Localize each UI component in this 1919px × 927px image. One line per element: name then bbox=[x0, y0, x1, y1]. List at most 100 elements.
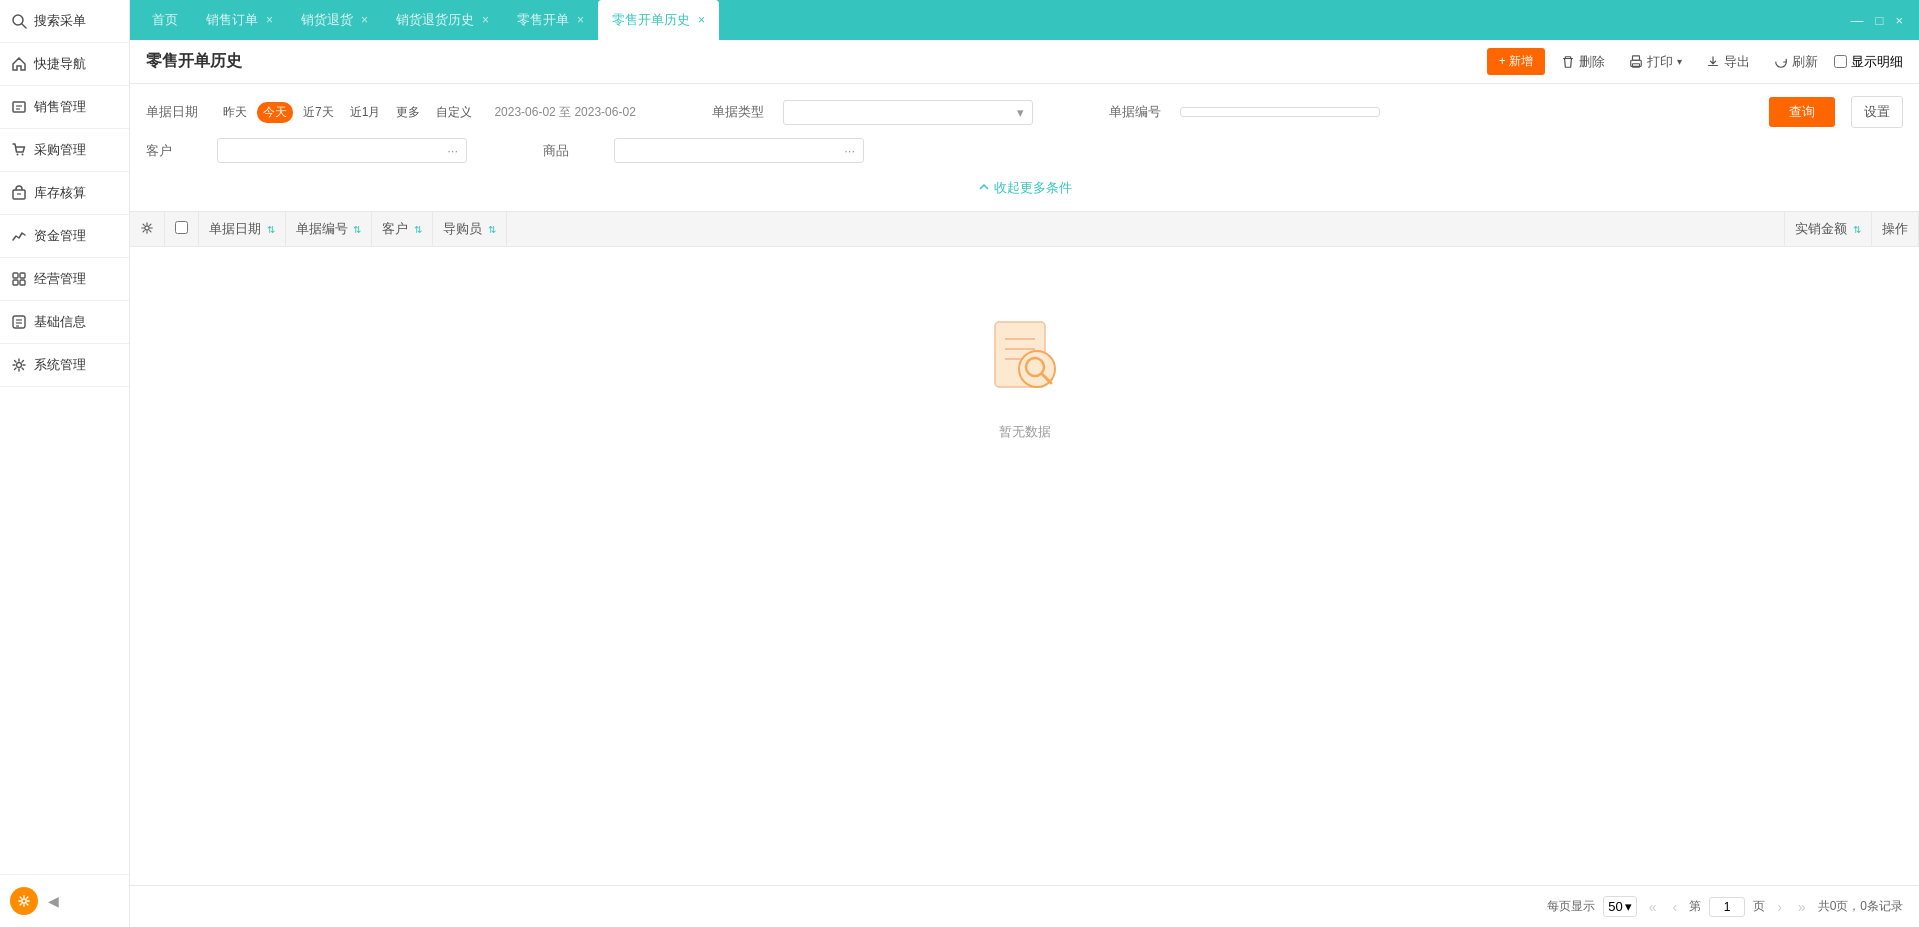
page-total: 共0页，0条记录 bbox=[1818, 898, 1903, 915]
pagination: 每页显示 50 ▾ « ‹ 第 页 › » 共0页，0条记录 bbox=[130, 885, 1919, 927]
export-button[interactable]: 导出 bbox=[1698, 49, 1758, 75]
settings-icon-button[interactable] bbox=[10, 887, 38, 915]
sidebar-item-system[interactable]: 系统管理 bbox=[0, 344, 129, 387]
type-label: 单据类型 bbox=[712, 103, 767, 121]
refresh-button[interactable]: 刷新 bbox=[1766, 49, 1826, 75]
home-icon bbox=[10, 55, 28, 73]
th-date[interactable]: 单据日期 ⇅ bbox=[199, 212, 286, 247]
type-select[interactable]: ▾ bbox=[783, 100, 1033, 125]
th-checkbox[interactable] bbox=[165, 212, 199, 247]
tab-close-retail-open-history[interactable]: × bbox=[698, 14, 705, 26]
tab-sales-return[interactable]: 销货退货 × bbox=[287, 0, 382, 40]
close-button[interactable]: × bbox=[1895, 13, 1903, 28]
select-all-checkbox[interactable] bbox=[175, 221, 188, 234]
tab-close-sales-return[interactable]: × bbox=[361, 14, 368, 26]
delete-button[interactable]: 删除 bbox=[1553, 49, 1613, 75]
sidebar-item-label: 资金管理 bbox=[34, 227, 86, 245]
type-select-arrow-icon: ▾ bbox=[1017, 105, 1024, 120]
display-checkbox[interactable] bbox=[1834, 55, 1847, 68]
page-size-arrow-icon: ▾ bbox=[1625, 899, 1632, 914]
next-page-button[interactable]: › bbox=[1773, 897, 1786, 917]
sidebar-item-label: 系统管理 bbox=[34, 356, 86, 374]
inventory-icon bbox=[10, 184, 28, 202]
date-option-today[interactable]: 今天 bbox=[257, 102, 293, 123]
date-option-7days[interactable]: 近7天 bbox=[297, 102, 340, 123]
sidebar-item-operation[interactable]: 经营管理 bbox=[0, 258, 129, 301]
sidebar-item-basic[interactable]: 基础信息 bbox=[0, 301, 129, 344]
th-salesperson[interactable]: 导购员 ⇅ bbox=[432, 212, 506, 247]
maximize-button[interactable]: □ bbox=[1876, 13, 1884, 28]
page-size-select[interactable]: 50 ▾ bbox=[1603, 896, 1636, 917]
delete-icon bbox=[1561, 55, 1575, 69]
svg-line-1 bbox=[22, 24, 26, 28]
th-customer[interactable]: 客户 ⇅ bbox=[372, 212, 433, 247]
date-option-1month[interactable]: 近1月 bbox=[344, 102, 387, 123]
query-button[interactable]: 查询 bbox=[1769, 97, 1835, 127]
date-option-custom[interactable]: 自定义 bbox=[430, 102, 478, 123]
collapse-label: 收起更多条件 bbox=[994, 179, 1072, 197]
print-arrow-icon: ▾ bbox=[1677, 56, 1682, 67]
tab-home[interactable]: 首页 bbox=[138, 0, 192, 40]
th-number[interactable]: 单据编号 ⇅ bbox=[285, 212, 372, 247]
svg-point-22 bbox=[145, 225, 149, 229]
empty-icon bbox=[975, 307, 1075, 407]
tab-retail-open-history[interactable]: 零售开单历史 × bbox=[598, 0, 719, 40]
minimize-button[interactable]: — bbox=[1851, 13, 1864, 28]
tab-retail-open[interactable]: 零售开单 × bbox=[503, 0, 598, 40]
svg-point-18 bbox=[22, 899, 26, 903]
customer-input[interactable]: ··· bbox=[217, 138, 467, 163]
sales-icon bbox=[10, 98, 28, 116]
th-amount[interactable]: 实销金额 ⇅ bbox=[1785, 212, 1872, 247]
svg-rect-12 bbox=[20, 280, 25, 285]
current-page-input[interactable] bbox=[1709, 897, 1745, 917]
sidebar-item-label: 销售管理 bbox=[34, 98, 86, 116]
number-input[interactable] bbox=[1180, 107, 1380, 117]
display-checkbox-label[interactable]: 显示明细 bbox=[1834, 53, 1903, 71]
sidebar-item-inventory[interactable]: 库存核算 bbox=[0, 172, 129, 215]
sidebar-item-label: 经营管理 bbox=[34, 270, 86, 288]
print-icon bbox=[1629, 55, 1643, 69]
svg-point-6 bbox=[22, 154, 24, 156]
number-sort-icon: ⇅ bbox=[353, 224, 361, 235]
sidebar-item-purchase[interactable]: 采购管理 bbox=[0, 129, 129, 172]
tab-bar: 首页 销售订单 × 销货退货 × 销货退货历史 × 零售开单 × 零售开单历史 … bbox=[130, 0, 1919, 40]
content-area: 单据日期 ⇅ 单据编号 ⇅ 客户 ⇅ 导购员 ⇅ bbox=[130, 212, 1919, 927]
tab-sales-order[interactable]: 销售订单 × bbox=[192, 0, 287, 40]
page-size-value: 50 bbox=[1608, 899, 1622, 914]
purchase-icon bbox=[10, 141, 28, 159]
collapse-bar[interactable]: 收起更多条件 bbox=[146, 173, 1903, 199]
goods-input[interactable]: ··· bbox=[614, 138, 864, 163]
date-range: 2023-06-02 至 2023-06-02 bbox=[494, 104, 635, 121]
th-spacer bbox=[506, 212, 1785, 247]
th-settings[interactable] bbox=[130, 212, 165, 247]
settings-btn[interactable]: 设置 bbox=[1851, 96, 1903, 128]
print-button[interactable]: 打印 ▾ bbox=[1621, 49, 1690, 75]
data-table: 单据日期 ⇅ 单据编号 ⇅ 客户 ⇅ 导购员 ⇅ bbox=[130, 212, 1919, 247]
finance-icon bbox=[10, 227, 28, 245]
sidebar-search[interactable]: 搜索采单 bbox=[0, 0, 129, 43]
table-container: 单据日期 ⇅ 单据编号 ⇅ 客户 ⇅ 导购员 ⇅ bbox=[130, 212, 1919, 885]
svg-rect-10 bbox=[20, 273, 25, 278]
collapse-sidebar-icon[interactable]: ◀ bbox=[48, 893, 59, 909]
tab-close-retail-open[interactable]: × bbox=[577, 14, 584, 26]
tab-sales-return-history[interactable]: 销货退货历史 × bbox=[382, 0, 503, 40]
sidebar-item-label: 基础信息 bbox=[34, 313, 86, 331]
date-option-more[interactable]: 更多 bbox=[390, 102, 426, 123]
last-page-button[interactable]: » bbox=[1794, 897, 1810, 917]
prev-page-button[interactable]: ‹ bbox=[1669, 897, 1682, 917]
date-option-yesterday[interactable]: 昨天 bbox=[217, 102, 253, 123]
sidebar-item-sales[interactable]: 销售管理 bbox=[0, 86, 129, 129]
add-button[interactable]: + 新增 bbox=[1487, 48, 1545, 75]
page-title: 零售开单历史 bbox=[146, 51, 1475, 72]
operation-icon bbox=[10, 270, 28, 288]
amount-sort-icon: ⇅ bbox=[1853, 224, 1861, 235]
goods-ellipsis-icon: ··· bbox=[844, 143, 855, 158]
tab-close-sales-order[interactable]: × bbox=[266, 14, 273, 26]
search-icon bbox=[10, 12, 28, 30]
sidebar-item-finance[interactable]: 资金管理 bbox=[0, 215, 129, 258]
sidebar-item-quick-nav[interactable]: 快捷导航 bbox=[0, 43, 129, 86]
svg-rect-2 bbox=[13, 102, 25, 112]
tab-close-sales-return-history[interactable]: × bbox=[482, 14, 489, 26]
first-page-button[interactable]: « bbox=[1645, 897, 1661, 917]
per-page-label: 每页显示 bbox=[1547, 898, 1595, 915]
